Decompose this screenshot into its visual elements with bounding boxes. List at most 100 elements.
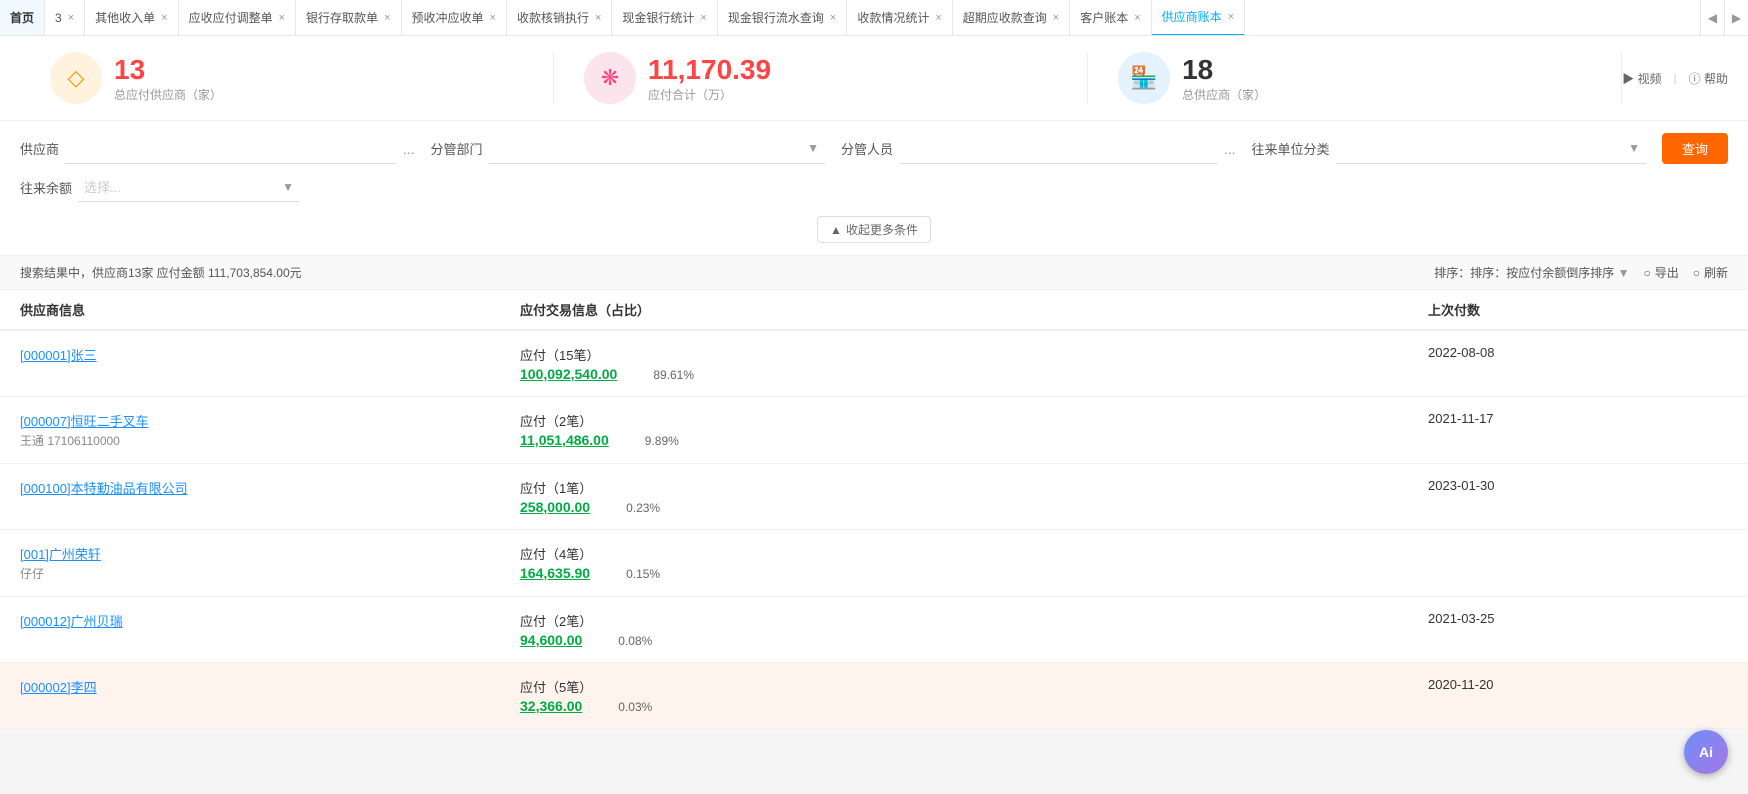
transaction-amount-1[interactable]: 11,051,486.00 — [520, 432, 609, 448]
dept-filter-label: 分管部门 — [431, 139, 483, 158]
nav-tab-close-cash-bank-stat[interactable]: × — [700, 12, 706, 24]
transaction-amount-5[interactable]: 32,366.00 — [520, 698, 582, 714]
supplier-link-1[interactable]: [000007]恒旺二手叉车 — [20, 414, 149, 429]
nav-tab-close-overdue-query[interactable]: × — [1053, 12, 1059, 24]
supplier-link-4[interactable]: [000012]广州贝瑞 — [20, 614, 123, 629]
transaction-note-4: 应付（2笔） — [520, 611, 1428, 630]
nav-tab-cash-flow[interactable]: 现金银行流水查询× — [718, 0, 847, 36]
supplier-link-2[interactable]: [000100]本特勤油品有限公司 — [20, 481, 188, 496]
nav-tab-close-ap-adjust[interactable]: × — [279, 12, 285, 24]
transaction-amount-3[interactable]: 164,635.90 — [520, 565, 590, 581]
top-navigation: 首页3×其他收入单×应收应付调整单×银行存取款单×预收冲应收单×收款核销执行×现… — [0, 0, 1748, 36]
col-lastpay-header: 上次付数 — [1428, 300, 1728, 319]
nav-tab-close-payment-stat[interactable]: × — [935, 12, 941, 24]
person-filter-input[interactable] — [899, 134, 1218, 164]
supplier-filter-input[interactable] — [65, 134, 397, 164]
transaction-pct-5: 0.03% — [618, 700, 652, 714]
transaction-amount-4[interactable]: 94,600.00 — [520, 632, 582, 648]
results-actions: 排序：排序：按应付余额倒序排序 ▼ ○ 导出 ○ 刷新 — [1434, 264, 1728, 281]
filter-dept: 分管部门 ▼ — [431, 134, 826, 164]
nav-tab-close-supplier-acct[interactable]: × — [1228, 11, 1234, 23]
supplier-icon: ◇ — [50, 52, 102, 104]
export-button[interactable]: ○ 导出 — [1643, 264, 1678, 281]
supplier-filter-label: 供应商 — [20, 139, 59, 158]
nav-tab-close-payment-verify[interactable]: × — [595, 12, 601, 24]
sort-label: 排序：排序：按应付余额倒序排序 ▼ — [1434, 264, 1629, 281]
transaction-cell-5: 应付（5笔）32,366.000.03% — [520, 677, 1428, 714]
transaction-cell-1: 应付（2笔）11,051,486.009.89% — [520, 411, 1428, 448]
collapse-chevron-icon: ▲ — [830, 223, 842, 237]
export-icon: ○ — [1643, 266, 1650, 280]
supplier-dots-btn[interactable]: ... — [403, 141, 415, 157]
nav-tab-close-cash-flow[interactable]: × — [830, 12, 836, 24]
transaction-cell-2: 应付（1笔） 258,000.00 0.23% — [520, 478, 1428, 515]
transaction-amount-0[interactable]: 100,092,540.00 — [520, 366, 617, 382]
nav-tab-close-tab3[interactable]: × — [68, 12, 74, 24]
nav-tab-close-bank-deposit[interactable]: × — [384, 12, 390, 24]
nav-tab-tab3[interactable]: 3× — [45, 0, 85, 36]
transaction-pct-0: 89.61% — [653, 368, 694, 382]
supplier-link-3[interactable]: [001]广州荣轩 — [20, 547, 101, 562]
person-filter-label: 分管人员 — [841, 139, 893, 158]
transaction-cell-3: 应付（4笔）164,635.900.15% — [520, 544, 1428, 581]
transaction-pct-2: 0.23% — [626, 501, 660, 515]
nav-tab-payment-stat[interactable]: 收款情况统计× — [847, 0, 952, 36]
nav-tab-close-prepay-offset[interactable]: × — [490, 12, 496, 24]
category-dropdown-arrow: ▼ — [1628, 141, 1640, 155]
transaction-note-1: 应付（2笔） — [520, 411, 1428, 430]
collapse-button[interactable]: ▲ 收起更多条件 — [817, 216, 931, 243]
sort-dropdown-arrow: ▼ — [1618, 266, 1630, 280]
supplier-link-0[interactable]: [000001]张三 — [20, 348, 97, 363]
total-suppliers-number: 18 — [1182, 53, 1266, 87]
table-row: [000001]张三应付（15笔）100,092,540.0089.61%202… — [0, 331, 1748, 397]
nav-next-arrow[interactable]: ▶ — [1724, 0, 1748, 36]
transaction-pct-4: 0.08% — [618, 634, 652, 648]
supplier-sub-1: 王通 17106110000 — [20, 432, 520, 449]
stat-block-total-suppliers: 🏪 18 总供应商（家） — [1088, 52, 1622, 104]
nav-tab-other-income[interactable]: 其他收入单× — [85, 0, 178, 36]
nav-tab-supplier-acct[interactable]: 供应商账本× — [1152, 0, 1245, 36]
last-payment-cell-5: 2020-11-20 — [1428, 677, 1728, 692]
transaction-note-2: 应付（1笔） — [520, 478, 1428, 497]
dept-filter-dropdown[interactable]: ▼ — [489, 134, 825, 164]
nav-tab-cash-bank-stat[interactable]: 现金银行统计× — [612, 0, 717, 36]
last-payment-cell-2: 2023-01-30 — [1428, 478, 1728, 493]
transaction-amount-2[interactable]: 258,000.00 — [520, 499, 590, 515]
supplier-cell-1: [000007]恒旺二手叉车王通 17106110000 — [20, 411, 520, 449]
balance-filter-dropdown[interactable]: 选择... ▼ — [78, 172, 300, 202]
supplier-cell-5: [000002]李四 — [20, 677, 520, 696]
nav-tab-overdue-query[interactable]: 超期应收款查询× — [953, 0, 1070, 36]
nav-tab-close-customer-acct[interactable]: × — [1134, 12, 1140, 24]
ap-total-label: 应付合计（万） — [648, 86, 771, 103]
supplier-cell-3: [001]广州荣轩仔仔 — [20, 544, 520, 582]
help-link[interactable]: ⓘ 帮助 — [1689, 70, 1728, 87]
balance-placeholder: 选择... — [84, 177, 121, 196]
collapse-label: 收起更多条件 — [846, 221, 918, 238]
nav-tab-prepay-offset[interactable]: 预收冲应收单× — [402, 0, 507, 36]
ai-button[interactable]: Ai — [1684, 730, 1728, 774]
refresh-button[interactable]: ○ 刷新 — [1693, 264, 1728, 281]
filter-category: 往来单位分类 ▼ — [1252, 134, 1647, 164]
person-dots-btn[interactable]: ... — [1224, 141, 1236, 157]
nav-tab-payment-verify[interactable]: 收款核销执行× — [507, 0, 612, 36]
table-row: [000100]本特勤油品有限公司 应付（1笔） 258,000.00 0.23% 20… — [0, 464, 1748, 530]
query-button[interactable]: 查询 — [1662, 133, 1728, 164]
video-link[interactable]: ▶ 视频 — [1622, 70, 1661, 87]
last-payment-cell-0: 2022-08-08 — [1428, 345, 1728, 360]
filter-balance: 往来余额 选择... ▼ — [20, 172, 300, 202]
nav-prev-arrow[interactable]: ◀ — [1700, 0, 1724, 36]
total-ap-suppliers-label: 总应付供应商（家） — [114, 86, 222, 103]
col-supplier-header: 供应商信息 — [20, 300, 520, 319]
nav-tab-close-other-income[interactable]: × — [161, 12, 167, 24]
nav-tab-ap-adjust[interactable]: 应收应付调整单× — [179, 0, 296, 36]
transaction-cell-4: 应付（2笔） 94,600.00 0.08% — [520, 611, 1428, 648]
nav-tab-bank-deposit[interactable]: 银行存取款单× — [296, 0, 401, 36]
table-row: [000012]广州贝瑞 应付（2笔） 94,600.00 0.08% 2021-03-… — [0, 597, 1748, 663]
stats-bar: ◇ 13 总应付供应商（家） ❋ 11,170.39 应付合计（万） 🏪 18 … — [0, 36, 1748, 121]
category-filter-dropdown[interactable]: ▼ — [1336, 134, 1646, 164]
filter-supplier: 供应商 ... — [20, 134, 415, 164]
last-payment-cell-4: 2021-03-25 — [1428, 611, 1728, 626]
supplier-link-5[interactable]: [000002]李四 — [20, 680, 97, 695]
nav-tab-customer-acct[interactable]: 客户账本× — [1070, 0, 1151, 36]
nav-tab-home[interactable]: 首页 — [0, 0, 45, 36]
